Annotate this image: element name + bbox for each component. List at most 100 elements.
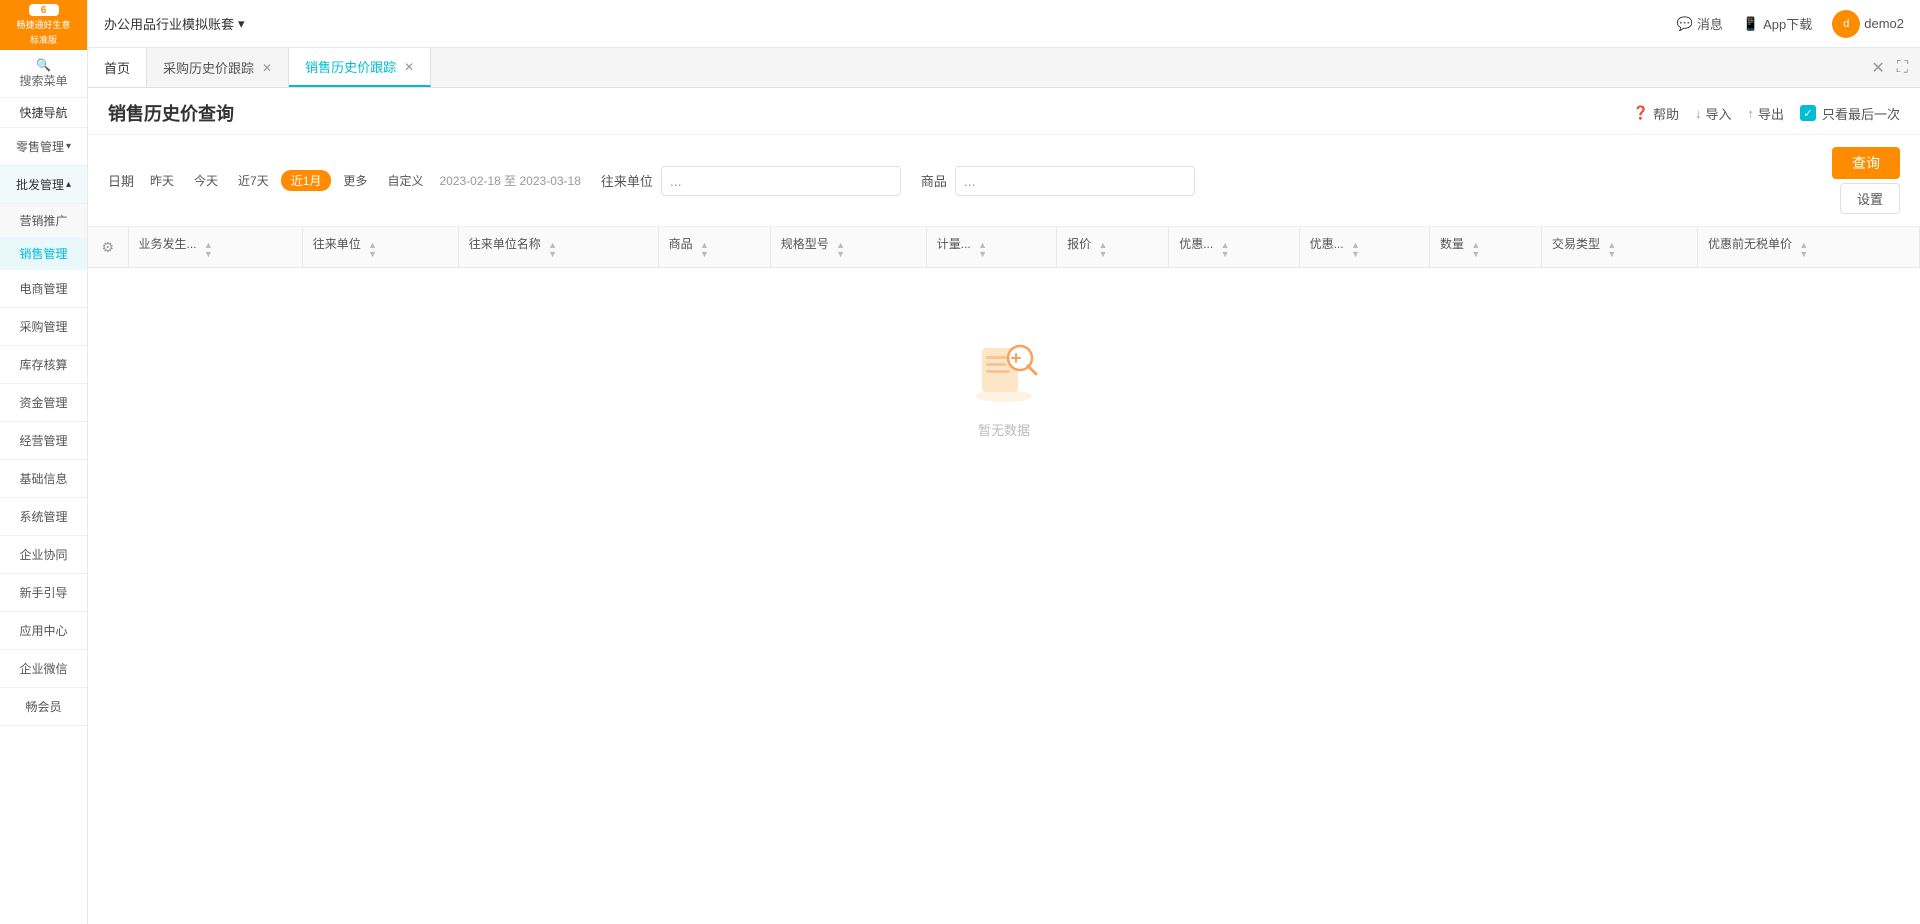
close-all-icon[interactable]: ✕ bbox=[1871, 58, 1884, 78]
export-button[interactable]: ↑ 导出 bbox=[1747, 104, 1784, 123]
date-btn-more[interactable]: 更多 bbox=[335, 170, 375, 191]
logo-text: 畅捷通好生意 bbox=[16, 18, 70, 31]
col-unit-label: 计量... bbox=[937, 237, 971, 251]
sidebar-item-quick-nav[interactable]: 快捷导航 bbox=[0, 98, 87, 128]
sidebar-item-retail[interactable]: 零售管理 ▾ bbox=[0, 128, 87, 166]
sidebar-item-inventory[interactable]: 库存核算 bbox=[0, 346, 87, 384]
goods-input-value: ... bbox=[964, 173, 976, 189]
wholesale-sub-items: 营销推广 销售管理 bbox=[0, 204, 87, 270]
sidebar-item-enterprise-collab[interactable]: 企业协同 bbox=[0, 536, 87, 574]
date-filter-group: 日期 昨天 今天 近7天 近1月 更多 自定义 2023-02-18 至 202… bbox=[108, 170, 581, 191]
app-download-button[interactable]: 📱 App下载 bbox=[1743, 14, 1812, 33]
sidebar-item-wholesale[interactable]: 批发管理 ▴ bbox=[0, 166, 87, 204]
table-col-unit[interactable]: 计量... ▲▼ bbox=[926, 227, 1056, 268]
sidebar-item-member[interactable]: 畅会员 bbox=[0, 688, 87, 726]
help-button[interactable]: ❓ 帮助 bbox=[1633, 104, 1679, 123]
table-col-discount2[interactable]: 优惠... ▲▼ bbox=[1299, 227, 1429, 268]
sidebar-item-marketing[interactable]: 营销推广 bbox=[0, 204, 87, 237]
finance-label: 资金管理 bbox=[19, 394, 67, 411]
sidebar-item-app-center[interactable]: 应用中心 bbox=[0, 612, 87, 650]
table-col-discount1[interactable]: 优惠... ▲▼ bbox=[1169, 227, 1299, 268]
member-label: 畅会员 bbox=[25, 698, 61, 715]
sidebar-item-finance[interactable]: 资金管理 bbox=[0, 384, 87, 422]
sort-arrows-pre-discount-price: ▲▼ bbox=[1799, 241, 1808, 259]
table-col-partner-name[interactable]: 往来单位名称 ▲▼ bbox=[458, 227, 658, 268]
import-button[interactable]: ↓ 导入 bbox=[1695, 104, 1732, 123]
message-icon: 💬 bbox=[1677, 16, 1693, 32]
query-button[interactable]: 查询 bbox=[1832, 147, 1900, 179]
date-btn-yesterday[interactable]: 昨天 bbox=[142, 170, 182, 191]
data-table: ⚙ 业务发生... ▲▼ 往来单位 ▲▼ 往来单位名称 ▲▼ bbox=[88, 227, 1920, 268]
date-range-display: 2023-02-18 至 2023-03-18 bbox=[439, 172, 580, 189]
sidebar-item-guide[interactable]: 新手引导 bbox=[0, 574, 87, 612]
download-icon: 📱 bbox=[1743, 16, 1759, 32]
partner-input[interactable]: ... bbox=[661, 166, 901, 196]
table-col-quote-price[interactable]: 报价 ▲▼ bbox=[1057, 227, 1169, 268]
tab-home[interactable]: 首页 bbox=[88, 48, 147, 87]
table-col-trade-type[interactable]: 交易类型 ▲▼ bbox=[1542, 227, 1698, 268]
sidebar-item-enterprise-wechat[interactable]: 企业微信 bbox=[0, 650, 87, 688]
template-selector[interactable]: 办公用品行业模拟账套 ▾ bbox=[104, 14, 245, 33]
table-col-pre-discount-price[interactable]: 优惠前无税单价 ▲▼ bbox=[1698, 227, 1920, 268]
date-btn-custom[interactable]: 自定义 bbox=[379, 170, 431, 191]
app-center-label: 应用中心 bbox=[19, 622, 67, 639]
col-quantity-label: 数量 bbox=[1440, 237, 1464, 251]
inventory-label: 库存核算 bbox=[19, 356, 67, 373]
purchase-history-close-icon[interactable]: ✕ bbox=[262, 62, 272, 74]
sidebar-item-ecommerce[interactable]: 电商管理 bbox=[0, 270, 87, 308]
app-download-label: App下载 bbox=[1763, 14, 1812, 33]
avatar-initial: d bbox=[1843, 18, 1849, 30]
gear-icon[interactable]: ⚙ bbox=[101, 239, 114, 256]
col-partner-name-label: 往来单位名称 bbox=[469, 237, 541, 251]
search-icon: 🔍 bbox=[36, 58, 51, 72]
col-discount2-label: 优惠... bbox=[1310, 237, 1344, 251]
table-col-biz-date[interactable]: 业务发生... ▲▼ bbox=[128, 227, 302, 268]
chevron-down-icon: ▾ bbox=[66, 141, 71, 152]
col-trade-type-label: 交易类型 bbox=[1552, 237, 1600, 251]
only-last-checkbox[interactable]: ✓ 只看最后一次 bbox=[1800, 104, 1900, 123]
chevron-up-icon: ▴ bbox=[66, 179, 71, 190]
sidebar-item-operations[interactable]: 经营管理 bbox=[0, 422, 87, 460]
home-tab-label: 首页 bbox=[104, 58, 130, 77]
settings-button[interactable]: 设置 bbox=[1840, 183, 1900, 214]
only-last-label: 只看最后一次 bbox=[1822, 104, 1900, 123]
sidebar-item-purchase[interactable]: 采购管理 bbox=[0, 308, 87, 346]
maximize-icon[interactable]: ⛶ bbox=[1897, 59, 1908, 77]
sidebar-search-label: 搜索菜单 bbox=[6, 72, 81, 89]
sidebar-item-search[interactable]: 🔍 搜索菜单 bbox=[0, 50, 87, 98]
date-btn-1month[interactable]: 近1月 bbox=[281, 170, 332, 191]
quick-nav-label: 快捷导航 bbox=[4, 104, 83, 121]
sidebar-item-sales-mgmt[interactable]: 销售管理 bbox=[0, 237, 87, 270]
sales-history-close-icon[interactable]: ✕ bbox=[404, 61, 414, 73]
checkbox-icon: ✓ bbox=[1800, 105, 1816, 121]
wholesale-label: 批发管理 bbox=[16, 176, 64, 193]
partner-input-value: ... bbox=[670, 173, 682, 189]
tab-purchase-history[interactable]: 采购历史价跟踪 ✕ bbox=[147, 48, 289, 87]
tab-actions: ✕ ⛶ bbox=[1859, 48, 1920, 87]
empty-icon bbox=[964, 328, 1044, 408]
message-label: 消息 bbox=[1697, 14, 1723, 33]
date-btn-7days[interactable]: 近7天 bbox=[230, 170, 277, 191]
table-area: ⚙ 业务发生... ▲▼ 往来单位 ▲▼ 往来单位名称 ▲▼ bbox=[88, 227, 1920, 924]
sidebar-item-basic-info[interactable]: 基础信息 bbox=[0, 460, 87, 498]
table-col-goods[interactable]: 商品 ▲▼ bbox=[658, 227, 770, 268]
goods-input[interactable]: ... bbox=[955, 166, 1195, 196]
system-label: 系统管理 bbox=[19, 508, 67, 525]
table-col-settings[interactable]: ⚙ bbox=[88, 227, 128, 268]
sidebar: 6 畅捷通好生意 标准版 🔍 搜索菜单 快捷导航 零售管理 ▾ 批发管理 ▴ 营… bbox=[0, 0, 88, 924]
partner-label: 往来单位 bbox=[601, 171, 653, 190]
message-button[interactable]: 💬 消息 bbox=[1677, 14, 1723, 33]
col-biz-date-label: 业务发生... bbox=[139, 237, 197, 251]
sales-mgmt-label: 销售管理 bbox=[19, 247, 67, 261]
table-col-partner-code[interactable]: 往来单位 ▲▼ bbox=[302, 227, 458, 268]
user-avatar-button[interactable]: d demo2 bbox=[1832, 10, 1904, 38]
table-col-spec[interactable]: 规格型号 ▲▼ bbox=[770, 227, 926, 268]
sort-arrows-unit: ▲▼ bbox=[978, 241, 987, 259]
table-col-quantity[interactable]: 数量 ▲▼ bbox=[1429, 227, 1541, 268]
tab-sales-history[interactable]: 销售历史价跟踪 ✕ bbox=[289, 48, 431, 87]
page-content: 销售历史价查询 ❓ 帮助 ↓ 导入 ↑ 导出 ✓ 只看最后一次 bbox=[88, 88, 1920, 924]
date-btn-today[interactable]: 今天 bbox=[186, 170, 226, 191]
goods-label: 商品 bbox=[921, 171, 947, 190]
export-label: 导出 bbox=[1758, 104, 1784, 123]
sidebar-item-system[interactable]: 系统管理 bbox=[0, 498, 87, 536]
